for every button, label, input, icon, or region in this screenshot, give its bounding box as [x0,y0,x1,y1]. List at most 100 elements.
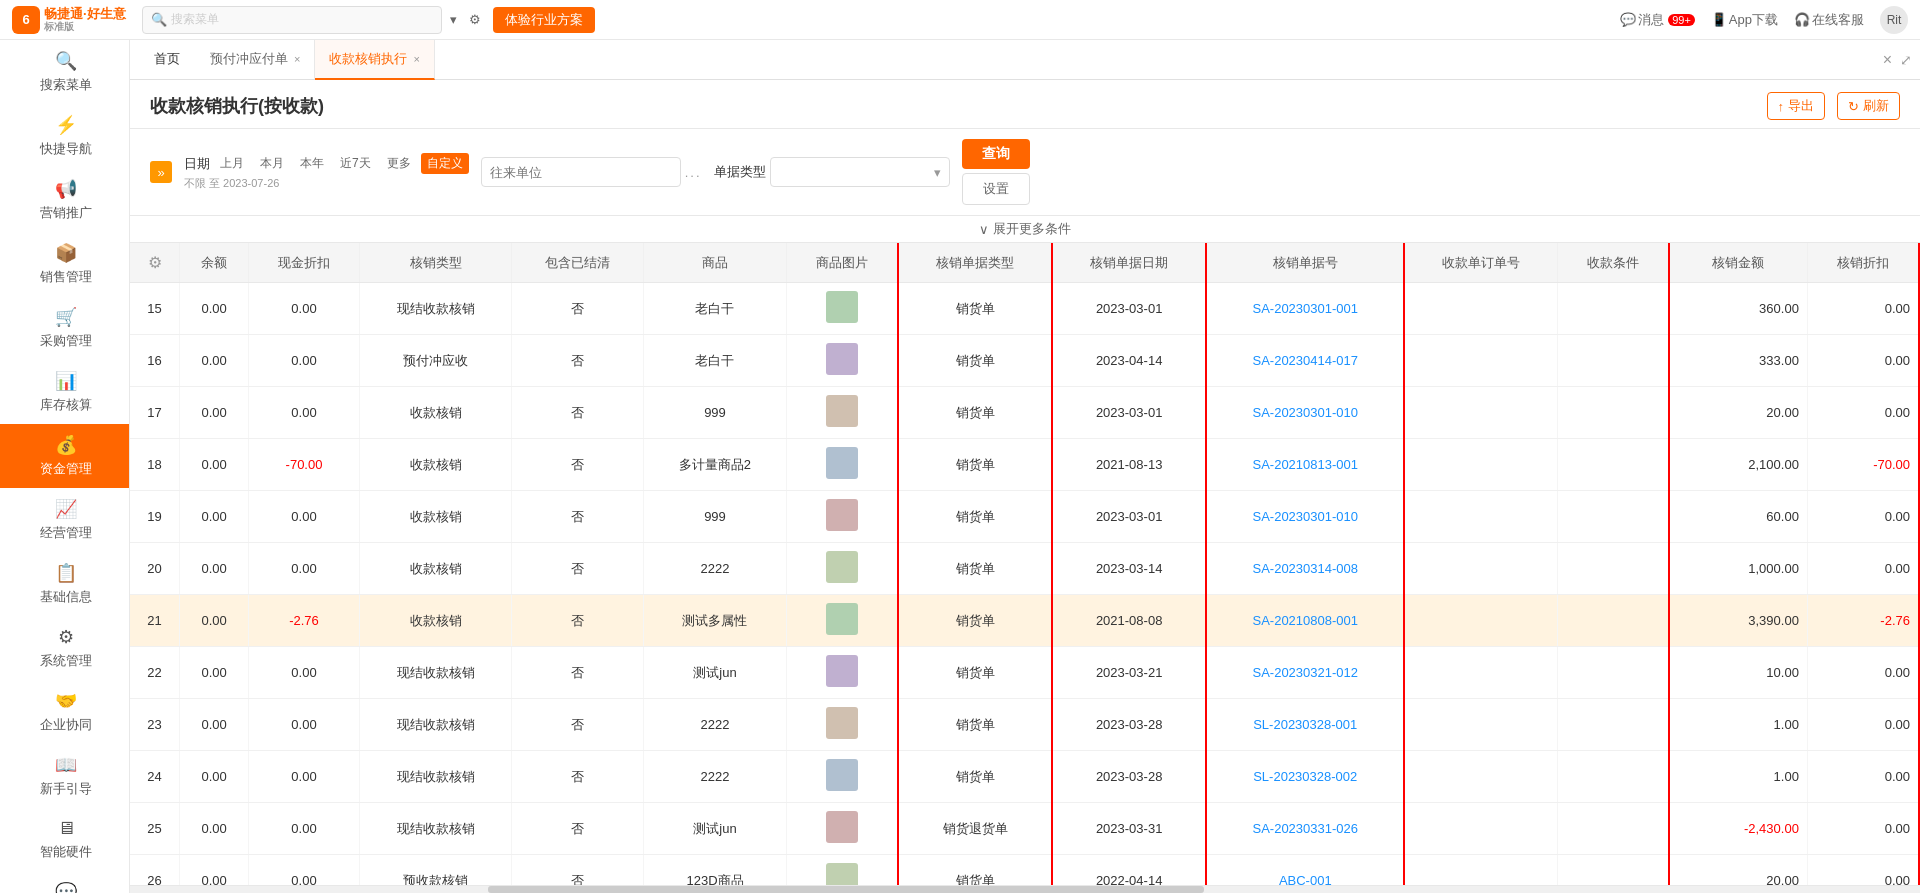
page-header: 收款核销执行(按收款) ↑ 导出 ↻ 刷新 [130,80,1920,129]
filter-expand-button[interactable]: » [150,161,172,183]
export-button[interactable]: ↑ 导出 [1767,92,1826,120]
th-settings[interactable]: ⚙ [130,243,180,283]
bill-no-link[interactable]: ABC-001 [1279,873,1332,885]
data-table-container[interactable]: ⚙ 余额 现金折扣 核销类型 包含已结清 商品 商品图片 核销单据类型 核销单据… [130,243,1920,885]
bill-no-link[interactable]: SA-20230301-010 [1252,405,1358,420]
cell-bill-date: 2022-04-14 [1052,855,1206,886]
sidebar-item-inventory[interactable]: 📊 库存核算 [0,360,129,424]
type-select[interactable]: ▾ [770,157,950,187]
cell-goods-img [787,855,899,886]
cell-order-no [1404,699,1557,751]
cell-discount: 0.00 [249,855,360,886]
sidebar-item-marketing[interactable]: 📢 营销推广 [0,168,129,232]
cell-condition [1558,595,1670,647]
date-7days-btn[interactable]: 近7天 [334,153,377,174]
sidebar-item-operation[interactable]: 📈 经营管理 [0,488,129,552]
date-range-display: 不限 至 2023-07-26 [184,176,469,191]
bill-no-link[interactable]: SA-20210813-001 [1252,457,1358,472]
cell-amount: 1.00 [1669,699,1807,751]
tab-prepay[interactable]: 预付冲应付单 × [196,40,315,80]
cell-bill-date: 2021-08-08 [1052,595,1206,647]
online-service-button[interactable]: 🎧 在线客服 [1794,11,1864,29]
date-prev-month-btn[interactable]: 上月 [214,153,250,174]
cell-type: 现结收款核销 [359,751,511,803]
expand-more-bar[interactable]: ∨ 展开更多条件 [130,216,1920,243]
search-icon: 🔍 [151,12,167,27]
cell-balance: 0.00 [180,699,249,751]
bill-no-link[interactable]: SA-20230321-012 [1252,665,1358,680]
th-goods: 商品 [643,243,786,283]
search-bar[interactable]: 🔍 搜索菜单 [142,6,442,34]
sidebar-item-label: 营销推广 [40,204,92,222]
cell-num: 15 [130,283,180,335]
sidebar-item-guide[interactable]: 📖 新手引导 [0,744,129,808]
tab-writeoff[interactable]: 收款核销执行 × [315,40,434,80]
avatar[interactable]: Rit [1880,6,1908,34]
sidebar-item-purchase[interactable]: 🛒 采购管理 [0,296,129,360]
sidebar-item-system[interactable]: ⚙ 系统管理 [0,616,129,680]
sidebar-item-quicknav[interactable]: ⚡ 快捷导航 [0,104,129,168]
sidebar-item-hardware[interactable]: 🖥 智能硬件 [0,808,129,871]
bill-no-link[interactable]: SA-20230301-010 [1252,509,1358,524]
bill-no-link[interactable]: SA-20230331-026 [1252,821,1358,836]
cell-amount: 333.00 [1669,335,1807,387]
cell-bill-type: 销货单 [898,491,1052,543]
h-scrollbar[interactable] [130,885,1920,893]
bill-no-link[interactable]: SA-20230314-008 [1252,561,1358,576]
bill-no-link[interactable]: SA-20210808-001 [1252,613,1358,628]
th-goods-img: 商品图片 [787,243,899,283]
message-button[interactable]: 💬 消息 99+ [1620,11,1695,29]
bill-no-link[interactable]: SL-20230328-001 [1253,717,1357,732]
table-row: 19 0.00 0.00 收款核销 否 999 销货单 2023-03-01 S… [130,491,1919,543]
tab-home[interactable]: 首页 [138,40,196,80]
cell-goods-img [787,751,899,803]
refresh-button[interactable]: ↻ 刷新 [1837,92,1900,120]
gear-button[interactable]: ⚙ [465,10,485,30]
bill-no-link[interactable]: SA-20230301-001 [1252,301,1358,316]
cell-num: 22 [130,647,180,699]
cell-bill-date: 2023-03-01 [1052,491,1206,543]
finance-icon: 💰 [55,434,77,456]
date-curr-month-btn[interactable]: 本月 [254,153,290,174]
cell-bill-type: 销货单 [898,647,1052,699]
sidebar-item-base[interactable]: 📋 基础信息 [0,552,129,616]
cell-settled: 否 [512,543,644,595]
bill-no-link[interactable]: SL-20230328-002 [1253,769,1357,784]
table-row: 17 0.00 0.00 收款核销 否 999 销货单 2023-03-01 S… [130,387,1919,439]
cell-condition [1558,647,1670,699]
cell-num: 16 [130,335,180,387]
date-custom-btn[interactable]: 自定义 [421,153,469,174]
sidebar-item-search[interactable]: 🔍 搜索菜单 [0,40,129,104]
tab-bar-close-icon[interactable]: × [1883,51,1892,69]
industry-solution-button[interactable]: 体验行业方案 [493,7,595,33]
sidebar-item-collab[interactable]: 🤝 企业协同 [0,680,129,744]
tab-bar-expand-icon[interactable]: ⤢ [1900,52,1912,68]
th-bill-no: 核销单据号 [1206,243,1404,283]
cell-bill-date: 2023-03-28 [1052,699,1206,751]
tab-close-writeoff[interactable]: × [413,53,419,65]
table-row: 23 0.00 0.00 现结收款核销 否 2222 销货单 2023-03-2… [130,699,1919,751]
cell-bill-no: SA-20230301-010 [1206,491,1404,543]
date-year-btn[interactable]: 本年 [294,153,330,174]
settings-button[interactable]: 设置 [962,173,1030,205]
query-button[interactable]: 查询 [962,139,1030,169]
guide-icon: 📖 [55,754,77,776]
cell-bill-no: SA-20230314-008 [1206,543,1404,595]
bill-no-link[interactable]: SA-20230414-017 [1252,353,1358,368]
table-row: 24 0.00 0.00 现结收款核销 否 2222 销货单 2023-03-2… [130,751,1919,803]
tab-close-prepay[interactable]: × [294,53,300,65]
cell-bill-date: 2023-03-14 [1052,543,1206,595]
sidebar-item-finance[interactable]: 💰 资金管理 [0,424,129,488]
sidebar-item-wechat[interactable]: 💬 企业微信 [0,871,129,893]
unit-filter-input[interactable] [481,157,681,187]
th-type: 核销类型 [359,243,511,283]
date-more-btn[interactable]: 更多 [381,153,417,174]
app-download-button[interactable]: 📱 App下载 [1711,11,1778,29]
cell-goods: 测试多属性 [643,595,786,647]
sidebar-item-sales[interactable]: 📦 销售管理 [0,232,129,296]
dropdown-arrow[interactable]: ▾ [450,12,457,27]
cell-type: 现结收款核销 [359,647,511,699]
cell-goods: 123D商品 [643,855,786,886]
sidebar-item-label: 销售管理 [40,268,92,286]
sidebar-item-label: 快捷导航 [40,140,92,158]
